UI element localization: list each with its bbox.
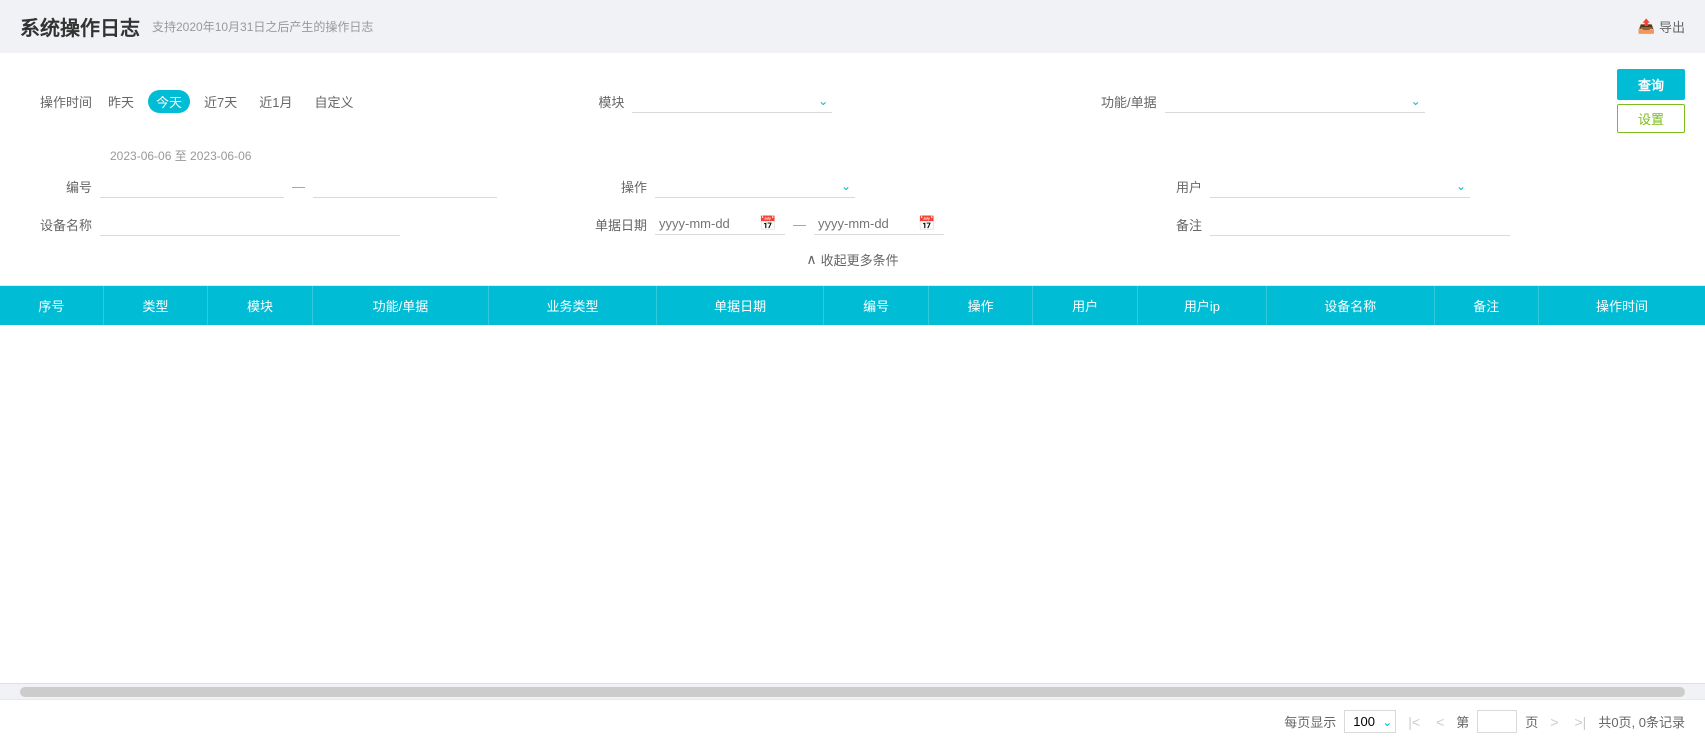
calendar-end-icon[interactable]: 📅 — [918, 215, 935, 232]
data-table: 序号 类型 模块 功能/单据 业务类型 单据日期 编号 操作 用户 用户ip 设… — [0, 286, 1705, 325]
page-suffix: 页 — [1525, 712, 1538, 731]
filter-area: 操作时间 昨天 今天 近7天 近1月 自定义 模块 ⌄ — [0, 53, 1705, 286]
col-business-type: 业务类型 — [489, 286, 657, 325]
filter-row-2: 编号 — 操作 ⌄ 用户 — [20, 174, 1685, 198]
col-function: 功能/单据 — [312, 286, 488, 325]
collapse-button[interactable]: ∧ 收起更多条件 — [806, 250, 898, 269]
export-icon: 📤 — [1638, 18, 1655, 35]
col-voucher-date: 单据日期 — [656, 286, 824, 325]
voucher-date-filter-group: 单据日期 📅 — 📅 — [575, 213, 1130, 235]
collapse-label: 收起更多条件 — [821, 250, 899, 269]
col-number: 编号 — [824, 286, 928, 325]
page-prev-button[interactable]: < — [1432, 712, 1448, 732]
remark-input[interactable] — [1210, 212, 1510, 236]
remark-filter-group: 备注 — [1130, 212, 1685, 236]
function-select[interactable] — [1165, 89, 1425, 113]
filter-row-1: 操作时间 昨天 今天 近7天 近1月 自定义 模块 ⌄ — [20, 69, 1685, 133]
header-left: 系统操作日志 支持2020年10月31日之后产生的操作日志 — [20, 12, 373, 41]
col-remark: 备注 — [1434, 286, 1538, 325]
calendar-start-icon[interactable]: 📅 — [759, 215, 776, 232]
page-number-input[interactable]: 1 — [1477, 710, 1517, 733]
scroll-bar-area[interactable] — [0, 683, 1705, 699]
time-range-display: 2023-06-06 至 2023-06-06 — [20, 147, 1685, 164]
time-btn-7days[interactable]: 近7天 — [196, 90, 245, 113]
per-page-label: 每页显示 — [1284, 712, 1336, 731]
device-label: 设备名称 — [20, 215, 100, 234]
device-input[interactable] — [100, 212, 400, 236]
user-select-wrapper: ⌄ — [1210, 174, 1470, 198]
date-end-wrapper: 📅 — [814, 213, 944, 235]
number-label: 编号 — [20, 177, 100, 196]
page-size-select[interactable]: 100 50 200 — [1344, 710, 1396, 733]
user-select[interactable] — [1210, 174, 1470, 198]
date-start-input[interactable] — [659, 216, 759, 231]
user-label: 用户 — [1130, 177, 1210, 196]
module-filter-group: 模块 ⌄ — [552, 89, 1084, 113]
device-filter-group: 设备名称 — [20, 212, 575, 236]
date-dash: — — [785, 217, 814, 232]
module-select-wrapper: ⌄ — [632, 89, 832, 113]
page-subtitle: 支持2020年10月31日之后产生的操作日志 — [152, 18, 373, 35]
col-user: 用户 — [1033, 286, 1137, 325]
page-total: 共0页, 0条记录 — [1598, 712, 1685, 731]
number-input-end[interactable] — [313, 174, 497, 198]
function-filter-group: 功能/单据 ⌄ — [1085, 89, 1617, 113]
operation-filter-group: 操作 ⌄ — [575, 174, 1130, 198]
time-options: 昨天 今天 近7天 近1月 自定义 — [100, 90, 362, 113]
page-first-button[interactable]: |< — [1404, 712, 1424, 732]
pagination: 每页显示 100 50 200 ⌄ |< < 第 1 页 > >| 共0页, 0… — [0, 699, 1705, 743]
page-size-wrapper: 100 50 200 ⌄ — [1344, 710, 1396, 733]
voucher-date-label: 单据日期 — [575, 215, 655, 234]
user-filter-group: 用户 ⌄ — [1130, 174, 1685, 198]
page-title: 系统操作日志 — [20, 12, 140, 41]
col-seq: 序号 — [0, 286, 103, 325]
time-btn-today[interactable]: 今天 — [148, 90, 190, 113]
page-header: 系统操作日志 支持2020年10月31日之后产生的操作日志 📤 导出 — [0, 0, 1705, 53]
operation-label: 操作 — [575, 177, 655, 196]
module-label: 模块 — [552, 92, 632, 111]
action-buttons: 查询 设置 — [1617, 69, 1685, 133]
col-module: 模块 — [208, 286, 312, 325]
col-user-ip: 用户ip — [1137, 286, 1266, 325]
remark-label: 备注 — [1130, 215, 1210, 234]
page-container: 系统操作日志 支持2020年10月31日之后产生的操作日志 📤 导出 操作时间 … — [0, 0, 1705, 743]
scroll-bar-inner — [20, 687, 1685, 697]
operation-select-wrapper: ⌄ — [655, 174, 855, 198]
function-select-wrapper: ⌄ — [1165, 89, 1425, 113]
function-label: 功能/单据 — [1085, 92, 1165, 111]
time-label: 操作时间 — [20, 92, 100, 111]
col-op-time: 操作时间 — [1539, 286, 1705, 325]
time-btn-yesterday[interactable]: 昨天 — [100, 90, 142, 113]
col-device: 设备名称 — [1266, 286, 1434, 325]
time-btn-1month[interactable]: 近1月 — [251, 90, 300, 113]
page-last-button[interactable]: >| — [1571, 712, 1591, 732]
col-type: 类型 — [103, 286, 207, 325]
number-filter-group: 编号 — — [20, 174, 575, 198]
collapse-bar: ∧ 收起更多条件 — [20, 250, 1685, 269]
number-dash: — — [284, 179, 313, 194]
date-start-wrapper: 📅 — [655, 213, 785, 235]
export-button[interactable]: 📤 导出 — [1638, 17, 1685, 36]
module-select[interactable] — [632, 89, 832, 113]
page-prefix: 第 — [1456, 712, 1469, 731]
operation-select[interactable] — [655, 174, 855, 198]
page-next-button[interactable]: > — [1546, 712, 1562, 732]
collapse-up-icon: ∧ — [806, 251, 816, 268]
query-button[interactable]: 查询 — [1617, 69, 1685, 100]
date-end-input[interactable] — [818, 216, 918, 231]
table-header-row: 序号 类型 模块 功能/单据 业务类型 单据日期 编号 操作 用户 用户ip 设… — [0, 286, 1705, 325]
time-filter-group: 操作时间 昨天 今天 近7天 近1月 自定义 — [20, 90, 552, 113]
number-input-start[interactable] — [100, 174, 284, 198]
time-range-text: 2023-06-06 至 2023-06-06 — [110, 149, 251, 163]
settings-button[interactable]: 设置 — [1617, 104, 1685, 133]
export-label: 导出 — [1659, 17, 1685, 36]
col-operation: 操作 — [928, 286, 1032, 325]
filter-row-3: 设备名称 单据日期 📅 — 📅 备注 — [20, 212, 1685, 236]
table-container: 序号 类型 模块 功能/单据 业务类型 单据日期 编号 操作 用户 用户ip 设… — [0, 286, 1705, 683]
time-btn-custom[interactable]: 自定义 — [307, 90, 362, 113]
table-header: 序号 类型 模块 功能/单据 业务类型 单据日期 编号 操作 用户 用户ip 设… — [0, 286, 1705, 325]
